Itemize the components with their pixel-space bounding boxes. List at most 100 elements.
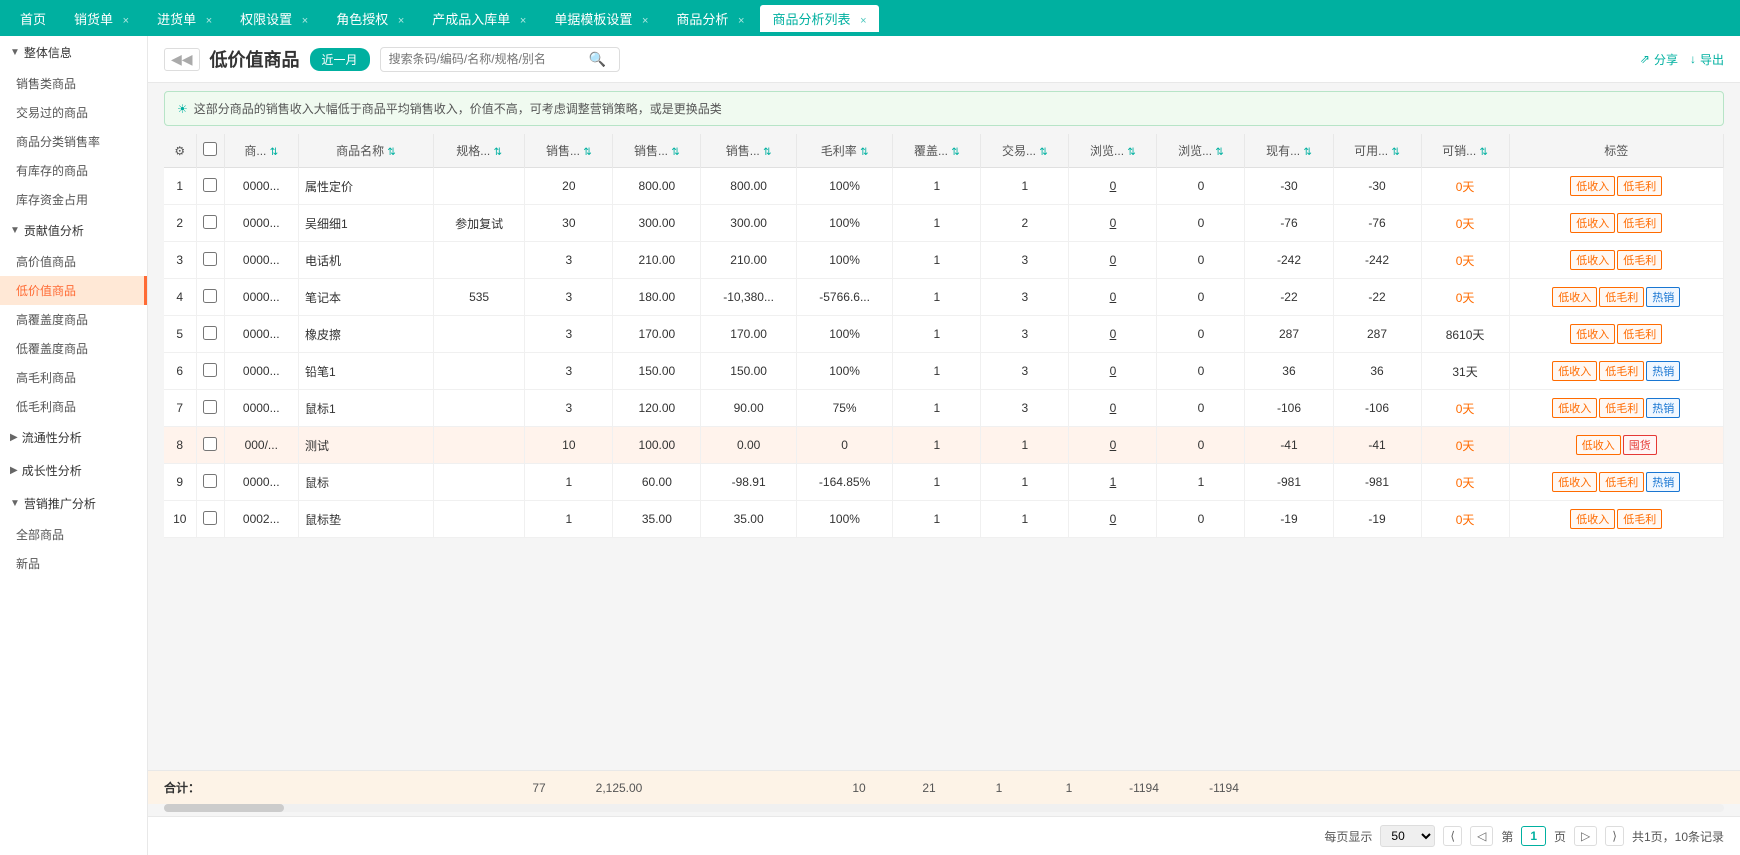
nav-sales-order[interactable]: 销货单 × <box>62 5 141 32</box>
sidebar-item-sales-goods[interactable]: 销售类商品 <box>0 69 147 98</box>
cell-checkbox[interactable] <box>196 279 224 316</box>
cell-checkbox[interactable] <box>196 353 224 390</box>
close-icon[interactable]: × <box>860 15 866 27</box>
browse-link[interactable]: 0 <box>1110 216 1117 230</box>
browse-link[interactable]: 0 <box>1110 401 1117 415</box>
export-button[interactable]: ↓ 导出 <box>1690 51 1724 68</box>
scrollbar-thumb[interactable] <box>164 804 284 812</box>
close-icon[interactable]: × <box>123 15 129 27</box>
th-available[interactable]: 可用... ⇅ <box>1333 134 1421 168</box>
row-checkbox[interactable] <box>203 326 217 340</box>
filter-recent-month-button[interactable]: 近一月 <box>310 48 370 71</box>
th-browse1[interactable]: 浏览... ⇅ <box>1069 134 1157 168</box>
sidebar-item-low-coverage[interactable]: 低覆盖度商品 <box>0 334 147 363</box>
nav-goods-analysis[interactable]: 商品分析 × <box>664 5 756 32</box>
cell-checkbox[interactable] <box>196 316 224 353</box>
sidebar-item-low-margin[interactable]: 低毛利商品 <box>0 392 147 421</box>
cell-checkbox[interactable] <box>196 427 224 464</box>
first-page-button[interactable]: ⟨ <box>1443 826 1462 846</box>
close-icon[interactable]: × <box>302 15 308 27</box>
sidebar-item-high-margin[interactable]: 高毛利商品 <box>0 363 147 392</box>
browse-link[interactable]: 0 <box>1110 327 1117 341</box>
cell-checkbox[interactable] <box>196 168 224 205</box>
current-page-number[interactable]: 1 <box>1521 826 1546 846</box>
browse-link[interactable]: 0 <box>1110 438 1117 452</box>
cell-num: 6 <box>164 353 196 390</box>
sidebar-item-new-goods[interactable]: 新品 <box>0 549 147 578</box>
nav-purchase-order[interactable]: 进货单 × <box>145 5 224 32</box>
browse-link[interactable]: 0 <box>1110 290 1117 304</box>
cell-checkbox[interactable] <box>196 464 224 501</box>
cell-checkbox[interactable] <box>196 390 224 427</box>
row-checkbox[interactable] <box>203 400 217 414</box>
browse-link[interactable]: 0 <box>1110 253 1117 267</box>
th-sales1[interactable]: 销售... ⇅ <box>525 134 613 168</box>
sidebar-item-traded-goods[interactable]: 交易过的商品 <box>0 98 147 127</box>
row-checkbox[interactable] <box>203 474 217 488</box>
sidebar-item-high-value[interactable]: 高价值商品 <box>0 247 147 276</box>
browse-link[interactable]: 0 <box>1110 364 1117 378</box>
sidebar-item-stock-capital[interactable]: 库存资金占用 <box>0 185 147 214</box>
sidebar-section-circulation[interactable]: ▶ 流通性分析 <box>0 421 147 454</box>
row-checkbox[interactable] <box>203 289 217 303</box>
browse-link[interactable]: 0 <box>1110 512 1117 526</box>
th-browse2[interactable]: 浏览... ⇅ <box>1157 134 1245 168</box>
th-sales2[interactable]: 销售... ⇅ <box>613 134 701 168</box>
select-all-checkbox[interactable] <box>203 142 217 156</box>
close-icon[interactable]: × <box>738 15 744 27</box>
cell-sales2: 180.00 <box>613 279 701 316</box>
sidebar-item-stock-goods[interactable]: 有库存的商品 <box>0 156 147 185</box>
sidebar-item-low-value[interactable]: 低价值商品 <box>0 276 147 305</box>
row-checkbox[interactable] <box>203 215 217 229</box>
browse-link[interactable]: 1 <box>1110 475 1117 489</box>
collapse-sidebar-button[interactable]: ◀◀ <box>164 48 200 71</box>
th-gross-margin[interactable]: 毛利率 ⇅ <box>796 134 892 168</box>
sidebar-section-growth[interactable]: ▶ 成长性分析 <box>0 454 147 487</box>
th-coverage[interactable]: 覆盖... ⇅ <box>893 134 981 168</box>
page-size-select[interactable]: 50 100 200 <box>1380 825 1435 847</box>
row-checkbox[interactable] <box>203 252 217 266</box>
th-settings[interactable]: ⚙ <box>164 134 196 168</box>
last-page-button[interactable]: ⟩ <box>1605 826 1624 846</box>
sidebar-section-contribution[interactable]: ▼ 贡献值分析 <box>0 214 147 247</box>
row-checkbox[interactable] <box>203 178 217 192</box>
sidebar-item-high-coverage[interactable]: 高覆盖度商品 <box>0 305 147 334</box>
nav-template-settings[interactable]: 单据模板设置 × <box>542 5 660 32</box>
tag-badge: 低收入 <box>1570 324 1615 344</box>
sidebar-section-overall[interactable]: ▼ 整体信息 <box>0 36 147 69</box>
sidebar-section-marketing[interactable]: ▼ 营销推广分析 <box>0 487 147 520</box>
cell-checkbox[interactable] <box>196 242 224 279</box>
th-transaction[interactable]: 交易... ⇅ <box>981 134 1069 168</box>
row-checkbox[interactable] <box>203 437 217 451</box>
th-name[interactable]: 商品名称 ⇅ <box>298 134 433 168</box>
close-icon[interactable]: × <box>520 15 526 27</box>
share-button[interactable]: ⇗ 分享 <box>1640 51 1678 68</box>
th-code[interactable]: 商... ⇅ <box>224 134 298 168</box>
th-current[interactable]: 现有... ⇅ <box>1245 134 1333 168</box>
nav-permission-settings[interactable]: 权限设置 × <box>228 5 320 32</box>
th-checkbox[interactable] <box>196 134 224 168</box>
row-checkbox[interactable] <box>203 363 217 377</box>
cell-checkbox[interactable] <box>196 501 224 538</box>
next-page-button[interactable]: ▷ <box>1574 826 1597 846</box>
search-icon[interactable]: 🔍 <box>589 51 606 68</box>
nav-role-auth[interactable]: 角色授权 × <box>324 5 416 32</box>
close-icon[interactable]: × <box>398 15 404 27</box>
nav-home[interactable]: 首页 <box>8 5 58 32</box>
cell-checkbox[interactable] <box>196 205 224 242</box>
th-sellable[interactable]: 可销... ⇅ <box>1421 134 1509 168</box>
sidebar-item-all-goods[interactable]: 全部商品 <box>0 520 147 549</box>
close-icon[interactable]: × <box>642 15 648 27</box>
sidebar-item-category-sales-rate[interactable]: 商品分类销售率 <box>0 127 147 156</box>
row-checkbox[interactable] <box>203 511 217 525</box>
nav-goods-analysis-list[interactable]: 商品分析列表 × <box>760 5 878 32</box>
cell-sales2: 60.00 <box>613 464 701 501</box>
th-sales3[interactable]: 销售... ⇅ <box>701 134 796 168</box>
prev-page-button[interactable]: ◁ <box>1470 826 1493 846</box>
close-icon[interactable]: × <box>206 15 212 27</box>
nav-product-storage[interactable]: 产成品入库单 × <box>420 5 538 32</box>
browse-link[interactable]: 0 <box>1110 179 1117 193</box>
horizontal-scrollbar[interactable] <box>164 804 1724 812</box>
th-spec[interactable]: 规格... ⇅ <box>433 134 524 168</box>
search-input[interactable] <box>389 52 589 66</box>
